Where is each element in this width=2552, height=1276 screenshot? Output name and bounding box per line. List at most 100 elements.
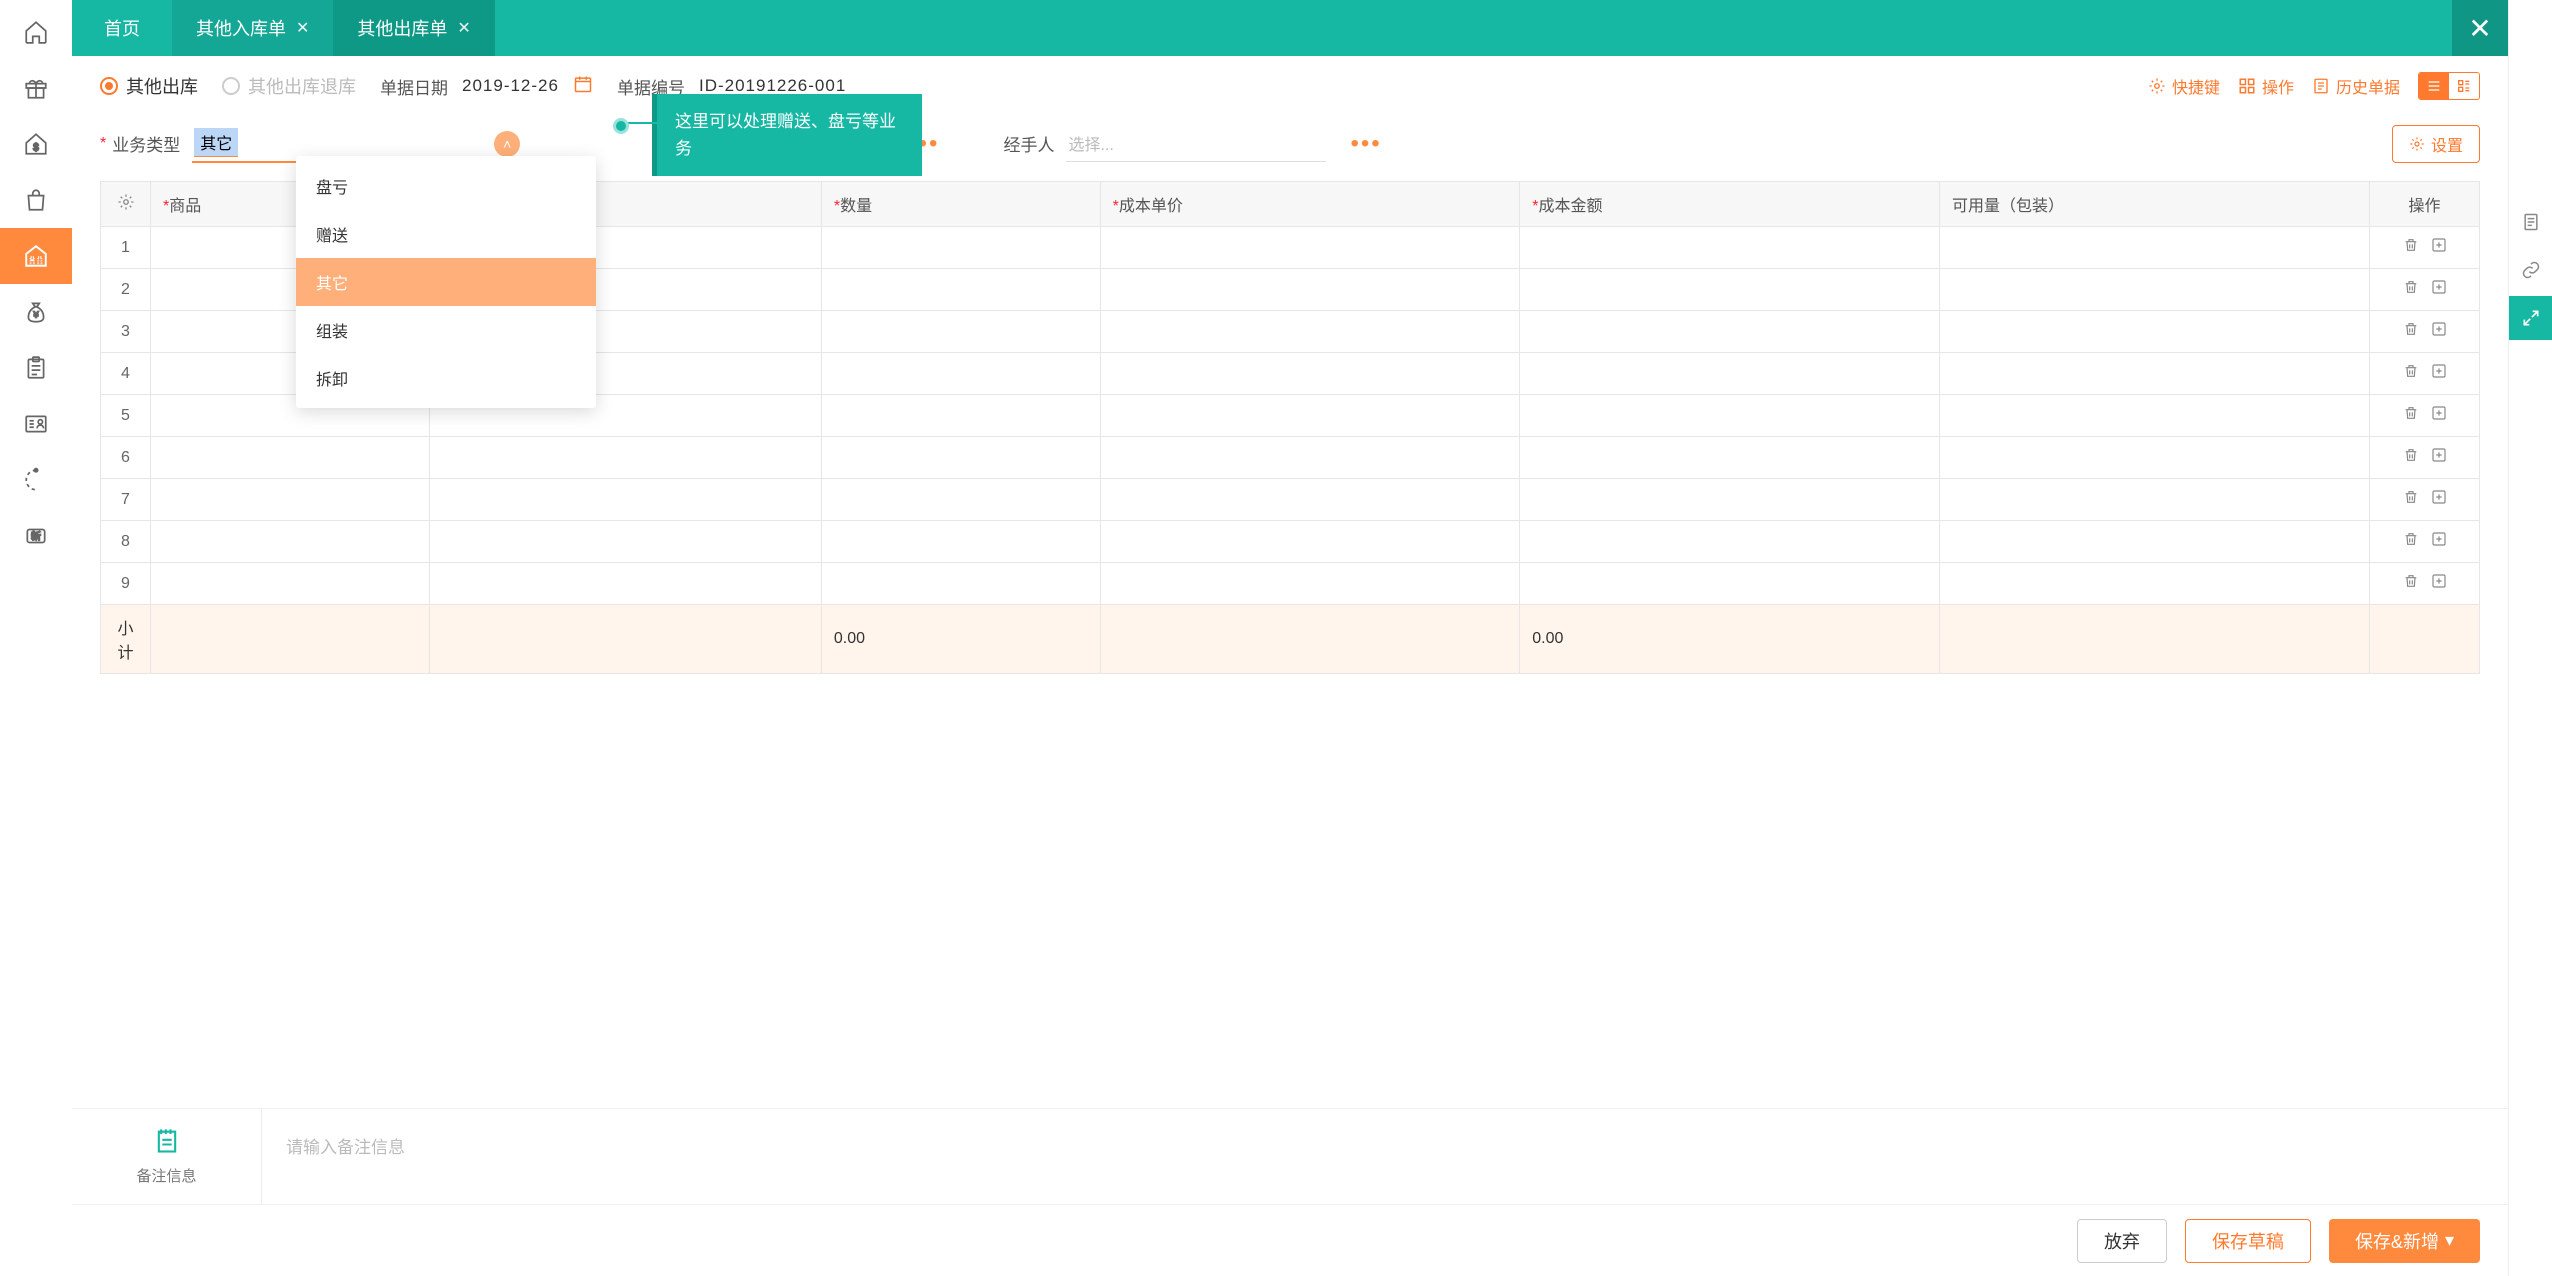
operate-button[interactable]: 操作 [2238,74,2294,98]
new-badge-icon[interactable]: 新 [22,522,50,550]
dropdown-option[interactable]: 组装 [296,306,596,354]
cell-cost-amount[interactable] [1520,437,1940,479]
delete-row-icon[interactable] [2403,405,2419,426]
tab-home[interactable]: 首页 [72,0,172,56]
close-icon[interactable]: ✕ [457,18,470,38]
cell-available[interactable] [1940,311,2370,353]
add-row-icon[interactable] [2431,405,2447,426]
delete-row-icon[interactable] [2403,321,2419,342]
add-row-icon[interactable] [2431,447,2447,468]
cell-product[interactable] [151,437,430,479]
cell-available[interactable] [1940,437,2370,479]
cell-unit[interactable] [429,437,821,479]
cell-available[interactable] [1940,227,2370,269]
add-row-icon[interactable] [2431,489,2447,510]
expand-panel-icon[interactable] [2509,296,2552,340]
history-button[interactable]: 历史单据 [2312,74,2400,98]
cell-qty[interactable] [821,521,1100,563]
cell-available[interactable] [1940,395,2370,437]
cell-unit[interactable] [429,479,821,521]
cell-qty[interactable] [821,479,1100,521]
cell-qty[interactable] [821,269,1100,311]
cell-available[interactable] [1940,353,2370,395]
delete-row-icon[interactable] [2403,489,2419,510]
cell-cost-price[interactable] [1100,479,1520,521]
col-gear[interactable] [101,182,151,227]
cell-cost-price[interactable] [1100,521,1520,563]
cell-cost-amount[interactable] [1520,269,1940,311]
cell-cost-amount[interactable] [1520,521,1940,563]
clipboard-icon[interactable] [22,354,50,382]
cell-cost-amount[interactable] [1520,353,1940,395]
biz-type-input[interactable]: 其它 [194,128,238,157]
dropdown-option[interactable]: 拆卸 [296,354,596,402]
cell-unit[interactable] [429,563,821,605]
handler-input[interactable]: 选择... [1066,125,1326,162]
delete-row-icon[interactable] [2403,531,2419,552]
table-row[interactable]: 7 [101,479,2480,521]
cell-qty[interactable] [821,437,1100,479]
id-card-icon[interactable] [22,410,50,438]
loading-icon[interactable] [22,466,50,494]
cell-cost-amount[interactable] [1520,479,1940,521]
radio-other-out[interactable]: 其他出库 [100,73,198,99]
view-card-button[interactable] [2449,73,2479,99]
cell-qty[interactable] [821,395,1100,437]
cell-available[interactable] [1940,479,2370,521]
save-draft-button[interactable]: 保存草稿 [2185,1219,2311,1263]
cell-unit[interactable] [429,521,821,563]
cell-qty[interactable] [821,227,1100,269]
cell-available[interactable] [1940,563,2370,605]
dropdown-option[interactable]: 赠送 [296,210,596,258]
add-row-icon[interactable] [2431,531,2447,552]
close-app-button[interactable]: ✕ [2452,0,2508,56]
cell-qty[interactable] [821,311,1100,353]
dropdown-option[interactable]: 其它 [296,258,596,306]
cell-cost-price[interactable] [1100,311,1520,353]
date-value[interactable]: 2019-12-26 [462,76,559,96]
add-row-icon[interactable] [2431,363,2447,384]
calendar-icon[interactable] [573,74,593,99]
cell-product[interactable] [151,479,430,521]
home-icon[interactable] [22,18,50,46]
cell-cost-amount[interactable] [1520,395,1940,437]
settings-button[interactable]: 设置 [2392,125,2480,163]
add-row-icon[interactable] [2431,279,2447,300]
cell-product[interactable] [151,563,430,605]
add-row-icon[interactable] [2431,321,2447,342]
notes-input[interactable]: 请输入备注信息 [262,1109,2508,1204]
close-icon[interactable]: ✕ [296,18,309,38]
view-list-button[interactable] [2419,73,2449,99]
tab-other-out[interactable]: 其他出库单✕ [333,0,494,56]
save-add-button[interactable]: 保存&新增▾ [2329,1219,2480,1263]
table-row[interactable]: 6 [101,437,2480,479]
tab-other-in[interactable]: 其他入库单✕ [172,0,333,56]
delete-row-icon[interactable] [2403,237,2419,258]
delete-row-icon[interactable] [2403,363,2419,384]
more-icon[interactable]: ••• [1350,130,1381,158]
cell-cost-price[interactable] [1100,227,1520,269]
cell-cost-amount[interactable] [1520,227,1940,269]
chevron-up-icon[interactable]: ˄ [494,131,520,157]
dollar-house-icon[interactable]: $ [22,130,50,158]
add-row-icon[interactable] [2431,573,2447,594]
money-bag-icon[interactable]: ¥ [22,298,50,326]
table-row[interactable]: 9 [101,563,2480,605]
warehouse-icon[interactable] [0,228,72,284]
link-panel-icon[interactable] [2509,248,2552,292]
cell-available[interactable] [1940,521,2370,563]
cell-cost-price[interactable] [1100,353,1520,395]
delete-row-icon[interactable] [2403,573,2419,594]
radio-other-out-return[interactable]: 其他出库退库 [222,73,356,99]
cell-cost-price[interactable] [1100,563,1520,605]
discard-button[interactable]: 放弃 [2077,1219,2167,1263]
cell-qty[interactable] [821,353,1100,395]
cell-cost-price[interactable] [1100,437,1520,479]
cell-cost-amount[interactable] [1520,563,1940,605]
table-row[interactable]: 8 [101,521,2480,563]
cell-qty[interactable] [821,563,1100,605]
delete-row-icon[interactable] [2403,447,2419,468]
cell-cost-price[interactable] [1100,269,1520,311]
cell-cost-amount[interactable] [1520,311,1940,353]
cell-available[interactable] [1940,269,2370,311]
